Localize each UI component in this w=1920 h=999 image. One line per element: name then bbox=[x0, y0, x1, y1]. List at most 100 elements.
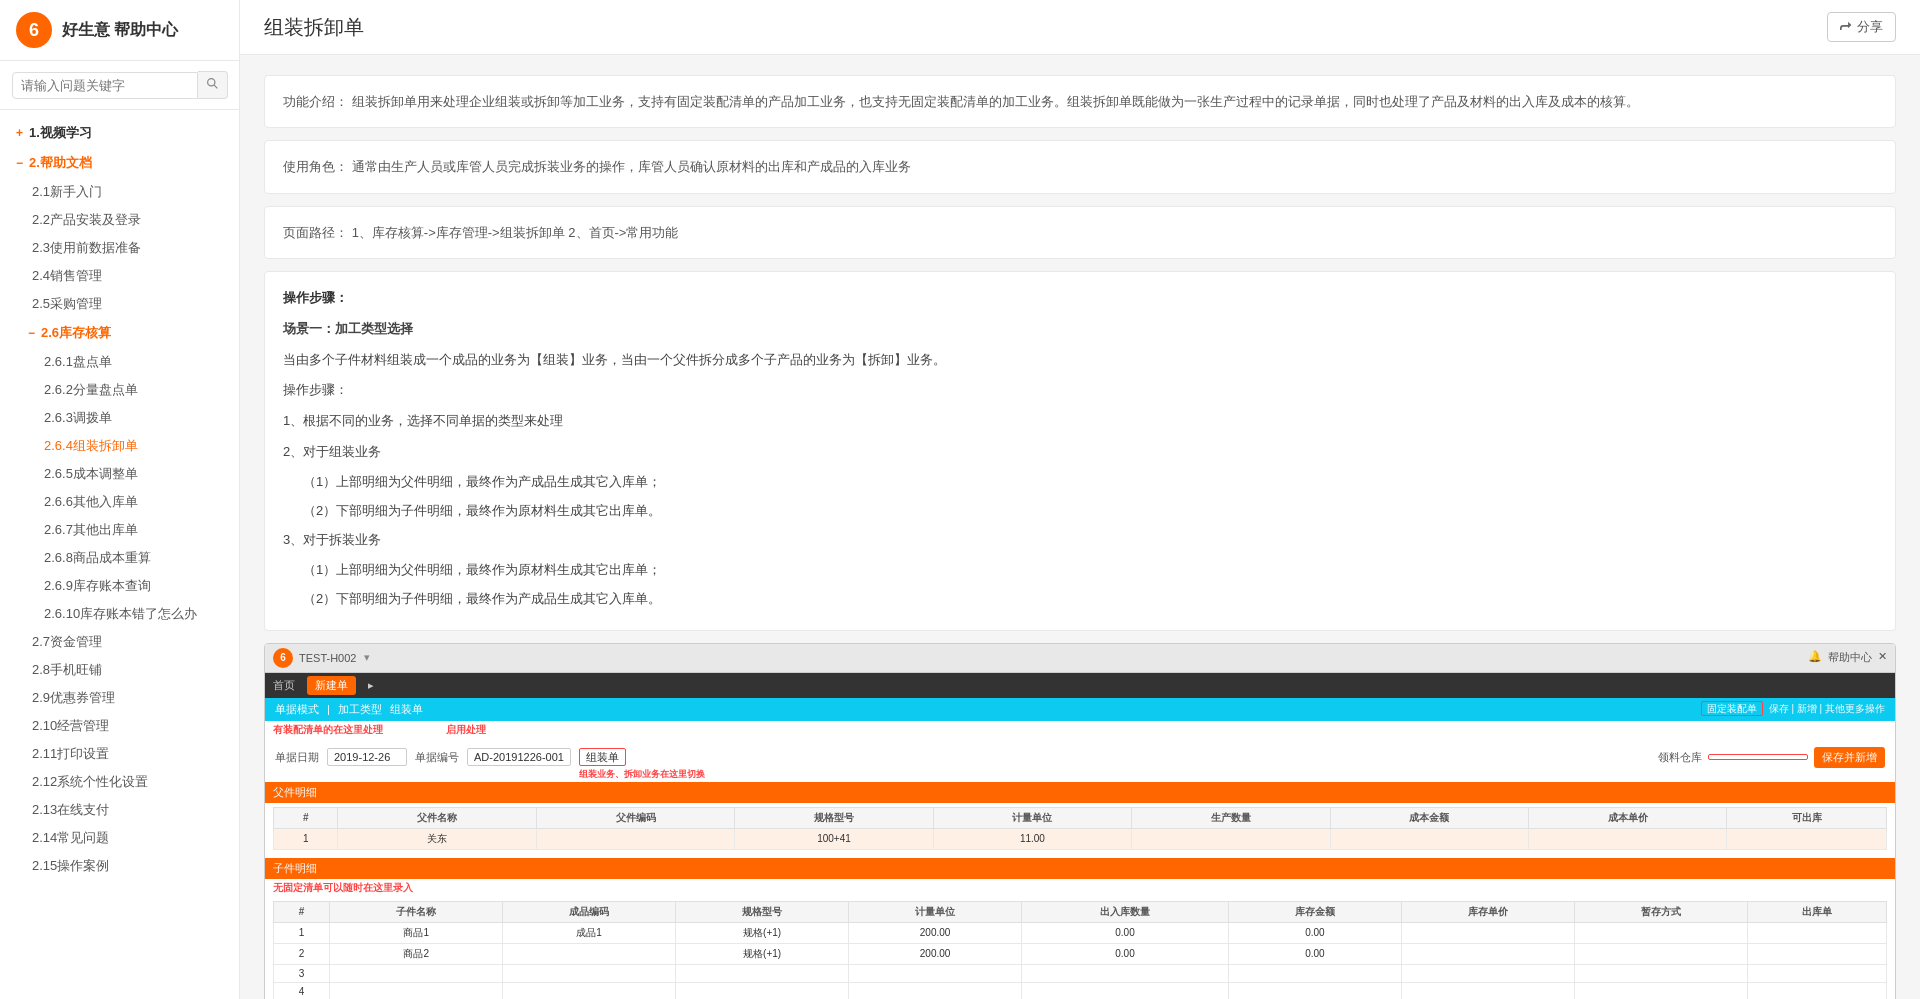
mock-num-label: 单据编号 bbox=[415, 750, 459, 765]
ops-steps-label: 操作步骤： bbox=[283, 378, 1877, 403]
sidebar-item-mobile[interactable]: 2.8手机旺铺 bbox=[0, 656, 239, 684]
sidebar-item-cases[interactable]: 2.15操作案例 bbox=[0, 852, 239, 880]
mock-table2-header-row: # 子件名称 成品编码 规格型号 计量单位 出入库数量 库存金额 库存单价 暂存… bbox=[274, 901, 1887, 922]
sidebar-item-inventory-query[interactable]: 2.6.9库存账本查询 bbox=[0, 572, 239, 600]
sidebar-item-sales[interactable]: 2.4销售管理 bbox=[0, 262, 239, 290]
ops-label: 操作步骤： bbox=[283, 286, 1877, 311]
mock-warehouse-area: 领料仓库 保存并新增 bbox=[1658, 747, 1885, 768]
sidebar-item-partial-stocktake[interactable]: 2.6.2分量盘点单 bbox=[0, 376, 239, 404]
prefix-open-icon: − bbox=[16, 156, 23, 170]
sidebar-item-other-in[interactable]: 2.6.6其他入库单 bbox=[0, 488, 239, 516]
ann-text-2: 组装业务、拆卸业务在这里切换 bbox=[579, 768, 705, 781]
ann-text-4: 无固定清单可以随时在这里录入 bbox=[265, 879, 1895, 897]
svg-line-1 bbox=[214, 85, 217, 88]
mock-t2-th-spec: 规格型号 bbox=[676, 901, 849, 922]
mock-tab-new: 新建单 bbox=[307, 676, 356, 695]
sidebar-item-cost-adjust[interactable]: 2.6.5成本调整单 bbox=[0, 460, 239, 488]
mock-warehouse-val bbox=[1708, 754, 1808, 760]
mock-th-cost-amt: 成本金额 bbox=[1330, 807, 1528, 828]
mock-confirm-btn[interactable]: 保存并新增 bbox=[1814, 747, 1885, 768]
mock-logo: 6 bbox=[273, 648, 293, 668]
mock-td-cost-amt bbox=[1330, 828, 1528, 849]
sidebar: 6 好生意 帮助中心 + 1.视频学习 − 2.帮助文档 2.1新手入门 2.2… bbox=[0, 0, 240, 999]
mock-table2: # 子件名称 成品编码 规格型号 计量单位 出入库数量 库存金额 库存单价 暂存… bbox=[273, 901, 1887, 999]
mock-date-val: 2019-12-26 bbox=[327, 748, 407, 766]
mock-title: TEST-H002 bbox=[299, 652, 356, 664]
sidebar-item-payment[interactable]: 2.13在线支付 bbox=[0, 796, 239, 824]
sidebar-item-finance[interactable]: 2.7资金管理 bbox=[0, 628, 239, 656]
sidebar-item-inventory[interactable]: − 2.6库存核算 bbox=[0, 318, 239, 348]
app-name: 好生意 帮助中心 bbox=[62, 20, 178, 41]
table-row: 2 商品2 规格(+1) 200.00 0.00 0.00 bbox=[274, 943, 1887, 964]
path-label: 页面路径： bbox=[283, 225, 348, 240]
mock-titlebar: 6 TEST-H002 ▾ 🔔 帮助中心 ✕ bbox=[265, 644, 1895, 673]
sidebar-item-faq[interactable]: 2.14常见问题 bbox=[0, 824, 239, 852]
sidebar-item-inventory-error[interactable]: 2.6.10库存账本错了怎么办 bbox=[0, 600, 239, 628]
mock-t2-td-name1: 商品1 bbox=[330, 922, 503, 943]
mock-teal-header: 单据模式 | 加工类型 组装单 固定装配单 保存 | 新增 | 其他更多操作 bbox=[265, 698, 1895, 721]
mock-section-orange-2: 子件明细 bbox=[265, 858, 1895, 879]
mock-td-cost-price bbox=[1528, 828, 1726, 849]
mock-table1-header-row: # 父件名称 父件编码 规格型号 计量单位 生产数量 成本金额 成本单价 可出库 bbox=[274, 807, 1887, 828]
table-row: 3 bbox=[274, 964, 1887, 982]
sidebar-item-transfer[interactable]: 2.6.3调拨单 bbox=[0, 404, 239, 432]
search-bar[interactable] bbox=[0, 61, 239, 110]
mock-t2-th-temp: 暂存方式 bbox=[1574, 901, 1747, 922]
role-label: 使用角色： bbox=[283, 159, 348, 174]
mock-t2-th-inout-qty: 出入库数量 bbox=[1022, 901, 1229, 922]
sidebar-item-stocktake[interactable]: 2.6.1盘点单 bbox=[0, 348, 239, 376]
search-icon bbox=[206, 77, 219, 90]
mock-section-orange: 父件明细 bbox=[265, 782, 1895, 803]
share-button[interactable]: 分享 bbox=[1827, 12, 1896, 42]
ops-section: 操作步骤： 场景一：加工类型选择 当由多个子件材料组装成一个成品的业务为【组装】… bbox=[264, 271, 1896, 631]
path-text: 1、库存核算->库存管理->组装拆卸单 2、首页->常用功能 bbox=[352, 225, 679, 240]
mock-t2-th-doc: 出库单 bbox=[1747, 901, 1886, 922]
sidebar-item-docs[interactable]: − 2.帮助文档 bbox=[0, 148, 239, 178]
sidebar-item-install[interactable]: 2.2产品安装及登录 bbox=[0, 206, 239, 234]
screenshot-container: 6 TEST-H002 ▾ 🔔 帮助中心 ✕ 首页 新建单 ▸ bbox=[264, 643, 1896, 999]
sidebar-item-newbie[interactable]: 2.1新手入门 bbox=[0, 178, 239, 206]
mock-td-code bbox=[536, 828, 734, 849]
search-input[interactable] bbox=[12, 72, 198, 99]
sidebar-item-print[interactable]: 2.11打印设置 bbox=[0, 740, 239, 768]
mock-t2-td-code1: 成品1 bbox=[503, 922, 676, 943]
sidebar-item-operations[interactable]: 2.10经营管理 bbox=[0, 712, 239, 740]
content-area: 功能介绍： 组装拆卸单用来处理企业组装或拆卸等加工业务，支持有固定装配清单的产品… bbox=[240, 55, 1920, 999]
search-button[interactable] bbox=[198, 71, 228, 99]
mock-table1: # 父件名称 父件编码 规格型号 计量单位 生产数量 成本金额 成本单价 可出库 bbox=[273, 807, 1887, 850]
sidebar-item-purchase[interactable]: 2.5采购管理 bbox=[0, 290, 239, 318]
page-title: 组装拆卸单 bbox=[264, 14, 364, 41]
mock-t2-th-num: # bbox=[274, 901, 330, 922]
mock-teal-actions: 固定装配单 保存 | 新增 | 其他更多操作 bbox=[1701, 702, 1885, 716]
mock-td-name: 关东 bbox=[338, 828, 536, 849]
mock-icons-row: 🔔 帮助中心 ✕ bbox=[1808, 650, 1887, 665]
mock-td-unit: 11.00 bbox=[933, 828, 1131, 849]
mock-t2-th-stock-amt: 库存金额 bbox=[1228, 901, 1401, 922]
sidebar-item-video[interactable]: + 1.视频学习 bbox=[0, 118, 239, 148]
step2-1: （1）上部明细为父件明细，最终作为产成品生成其它入库单； bbox=[283, 470, 1877, 495]
mock-th-cost-price: 成本单价 bbox=[1528, 807, 1726, 828]
sidebar-item-data-prep[interactable]: 2.3使用前数据准备 bbox=[0, 234, 239, 262]
sidebar-item-coupon[interactable]: 2.9优惠券管理 bbox=[0, 684, 239, 712]
sidebar-item-cost-recalc[interactable]: 2.6.8商品成本重算 bbox=[0, 544, 239, 572]
sidebar-item-other-out[interactable]: 2.6.7其他出库单 bbox=[0, 516, 239, 544]
inventory-prefix-icon: − bbox=[28, 326, 35, 340]
sidebar-item-personalize[interactable]: 2.12系统个性化设置 bbox=[0, 768, 239, 796]
mock-th-prod-qty: 生产数量 bbox=[1132, 807, 1330, 828]
mock-td-avail bbox=[1727, 828, 1887, 849]
sidebar-item-assembly[interactable]: 2.6.4组装拆卸单 bbox=[0, 432, 239, 460]
mock-td-1: 1 bbox=[274, 828, 338, 849]
mock-form-type-label: 加工类型 bbox=[338, 702, 382, 717]
mock-date-label: 单据日期 bbox=[275, 750, 319, 765]
intro-label: 功能介绍： bbox=[283, 94, 348, 109]
mock-help-icon: 帮助中心 bbox=[1828, 650, 1872, 665]
ann-box-area: 固定装配单 bbox=[1701, 702, 1763, 716]
mock-fixed-bom-btn: 固定装配单 bbox=[1701, 701, 1763, 716]
mock-nav: 首页 新建单 ▸ bbox=[265, 673, 1895, 698]
screenshot-inner: 6 TEST-H002 ▾ 🔔 帮助中心 ✕ 首页 新建单 ▸ bbox=[265, 644, 1895, 999]
mock-t2-th-child-code: 成品编码 bbox=[503, 901, 676, 922]
mock-t2-td-inout1: 0.00 bbox=[1022, 922, 1229, 943]
role-text: 通常由生产人员或库管人员完成拆装业务的操作，库管人员确认原材料的出库和产成品的入… bbox=[352, 159, 911, 174]
mock-th-parent-name: 父件名称 bbox=[338, 807, 536, 828]
mock-t2-td-doc1 bbox=[1747, 922, 1886, 943]
